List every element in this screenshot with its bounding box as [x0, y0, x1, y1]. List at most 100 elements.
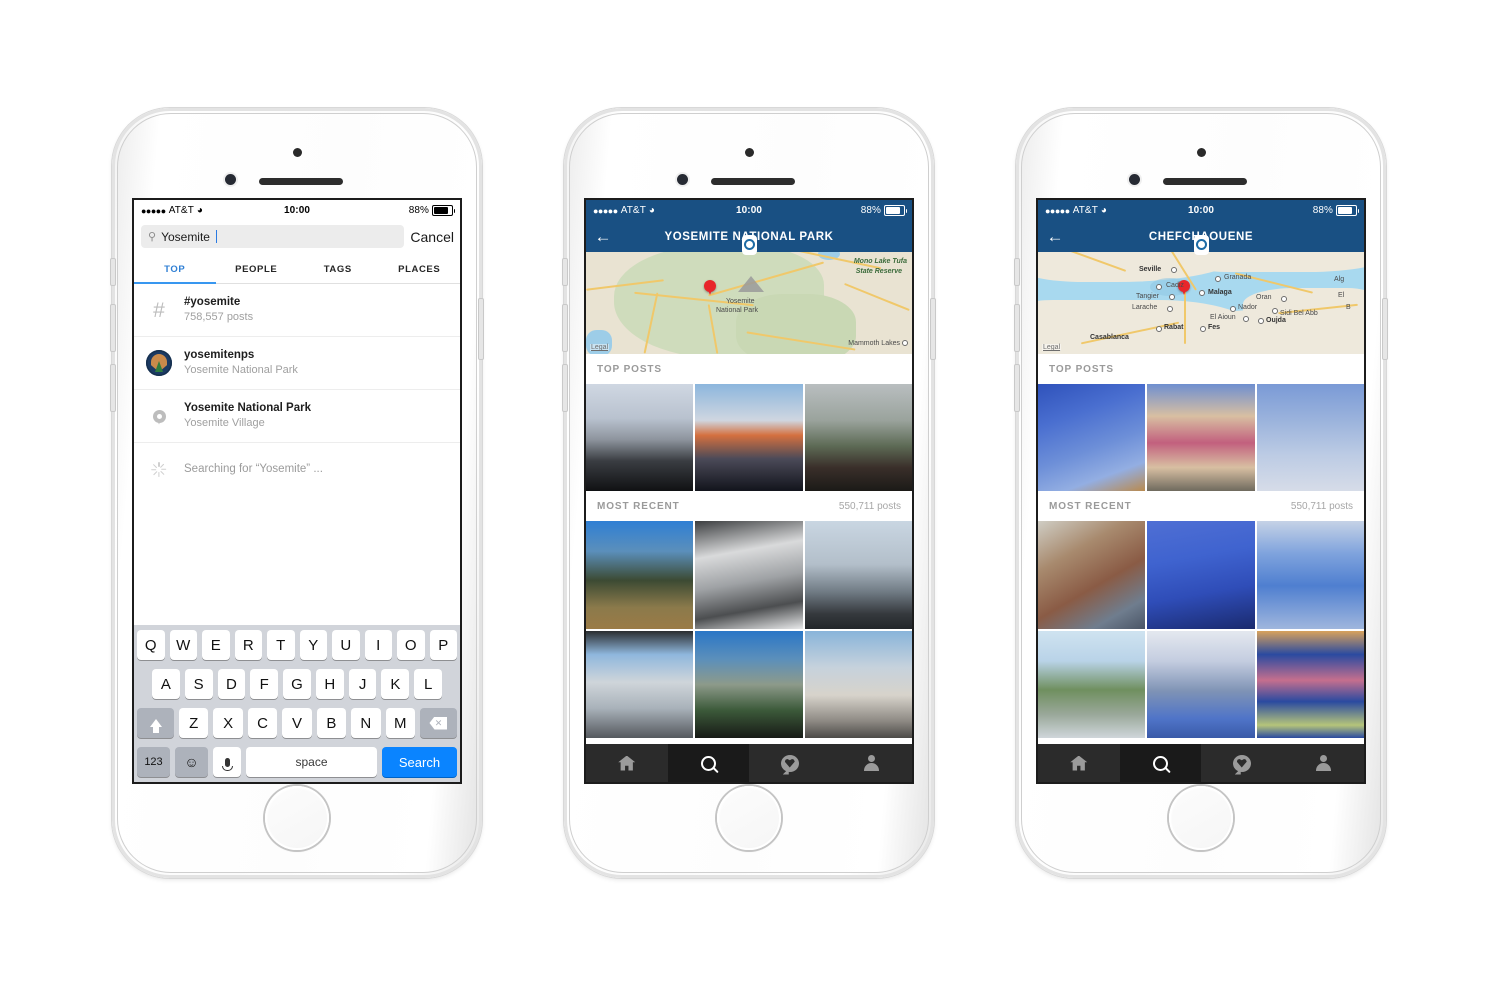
- search-tabs: TOP PEOPLE TAGS PLACES: [134, 254, 460, 284]
- tab-places[interactable]: PLACES: [379, 254, 461, 283]
- tab-camera[interactable]: [741, 234, 757, 255]
- grid-photo[interactable]: [804, 630, 912, 739]
- tab-camera[interactable]: [1193, 234, 1209, 255]
- grid-photo[interactable]: [1256, 521, 1364, 629]
- key-a[interactable]: A: [151, 669, 180, 699]
- tab-activity[interactable]: [1201, 744, 1283, 782]
- volume-down-button[interactable]: [562, 364, 568, 412]
- key-l[interactable]: L: [414, 669, 443, 699]
- tab-profile[interactable]: [831, 744, 913, 782]
- key-o[interactable]: O: [397, 630, 425, 660]
- key-x[interactable]: X: [213, 708, 243, 738]
- key-k[interactable]: K: [381, 669, 410, 699]
- microphone-icon[interactable]: [213, 747, 241, 777]
- most-recent-scroll-area[interactable]: [586, 521, 912, 744]
- battery-percent-label: 88%: [1312, 205, 1334, 216]
- result-row-hashtag[interactable]: # #yosemite 758,557 posts: [134, 284, 460, 337]
- grid-photo[interactable]: [695, 630, 803, 739]
- grid-photo[interactable]: [1256, 630, 1364, 739]
- silent-switch[interactable]: [110, 258, 116, 286]
- key-z[interactable]: Z: [179, 708, 209, 738]
- tab-profile[interactable]: [1283, 744, 1365, 782]
- key-v[interactable]: V: [282, 708, 312, 738]
- power-button[interactable]: [1382, 298, 1388, 360]
- most-recent-scroll-area[interactable]: [1038, 521, 1364, 744]
- silent-switch[interactable]: [1014, 258, 1020, 286]
- key-h[interactable]: H: [315, 669, 344, 699]
- map-legal-link[interactable]: Legal: [1042, 344, 1062, 351]
- location-map[interactable]: Mono Lake Tufa State Reserve Yosemite Na…: [586, 252, 912, 354]
- grid-photo[interactable]: [804, 384, 912, 492]
- back-arrow-icon[interactable]: ←: [1038, 228, 1072, 245]
- volume-up-button[interactable]: [562, 304, 568, 352]
- power-button[interactable]: [930, 298, 936, 360]
- volume-down-button[interactable]: [110, 364, 116, 412]
- grid-photo[interactable]: [1147, 384, 1255, 492]
- key-d[interactable]: D: [217, 669, 246, 699]
- key-r[interactable]: R: [234, 630, 262, 660]
- key-f[interactable]: F: [250, 669, 279, 699]
- grid-photo[interactable]: [1038, 630, 1146, 739]
- grid-photo[interactable]: [1256, 384, 1364, 492]
- space-key[interactable]: space: [246, 747, 377, 777]
- shift-icon[interactable]: [137, 708, 175, 738]
- search-icon: [700, 755, 716, 771]
- grid-photo[interactable]: [1147, 630, 1255, 739]
- result-row-place[interactable]: Yosemite National Park Yosemite Village: [134, 390, 460, 443]
- map-legal-link[interactable]: Legal: [590, 344, 610, 351]
- grid-photo[interactable]: [586, 630, 694, 739]
- home-icon: [618, 755, 636, 771]
- key-g[interactable]: G: [283, 669, 311, 699]
- key-u[interactable]: U: [332, 630, 360, 660]
- key-q[interactable]: Q: [137, 630, 165, 660]
- tab-people[interactable]: PEOPLE: [216, 254, 298, 283]
- map-label: State Reserve: [855, 268, 902, 275]
- search-key[interactable]: Search: [382, 747, 457, 777]
- grid-photo[interactable]: [1038, 384, 1146, 492]
- grid-photo[interactable]: [1038, 521, 1146, 629]
- tab-tags[interactable]: TAGS: [297, 254, 379, 283]
- key-e[interactable]: E: [202, 630, 230, 660]
- silent-switch[interactable]: [562, 258, 568, 286]
- home-button[interactable]: [265, 786, 329, 850]
- emoji-icon[interactable]: ☺: [175, 747, 208, 777]
- key-b[interactable]: B: [316, 708, 347, 738]
- map-label: Casablanca: [1090, 334, 1129, 341]
- grid-photo[interactable]: [1147, 521, 1255, 629]
- result-row-account[interactable]: yosemitenps Yosemite National Park: [134, 337, 460, 390]
- grid-photo[interactable]: [695, 521, 803, 629]
- volume-down-button[interactable]: [1014, 364, 1020, 412]
- key-i[interactable]: I: [364, 630, 392, 660]
- location-map[interactable]: Seville Cadiz Granada Malaga Alg Tangier…: [1038, 252, 1364, 354]
- grid-photo[interactable]: [804, 521, 912, 629]
- key-m[interactable]: M: [385, 708, 415, 738]
- tab-home[interactable]: [1038, 744, 1120, 782]
- volume-up-button[interactable]: [110, 304, 116, 352]
- key-j[interactable]: J: [348, 669, 377, 699]
- numbers-key[interactable]: 123: [137, 747, 170, 777]
- home-button[interactable]: [717, 786, 781, 850]
- top-posts-grid: [586, 384, 912, 492]
- tab-search[interactable]: [667, 744, 749, 782]
- home-button[interactable]: [1169, 786, 1233, 850]
- key-p[interactable]: P: [429, 630, 457, 660]
- key-s[interactable]: S: [184, 669, 213, 699]
- key-y[interactable]: Y: [299, 630, 327, 660]
- key-w[interactable]: W: [169, 630, 197, 660]
- power-button[interactable]: [478, 298, 484, 360]
- back-arrow-icon[interactable]: ←: [586, 228, 620, 245]
- search-input[interactable]: ⚲ Yosemite: [141, 225, 405, 248]
- grid-photo[interactable]: [586, 384, 694, 492]
- key-n[interactable]: N: [351, 708, 381, 738]
- grid-photo[interactable]: [586, 521, 694, 629]
- tab-top[interactable]: TOP: [134, 254, 216, 284]
- tab-search[interactable]: [1119, 744, 1201, 782]
- cancel-button[interactable]: Cancel: [410, 229, 454, 245]
- key-c[interactable]: C: [247, 708, 278, 738]
- delete-icon[interactable]: ✕: [419, 708, 457, 738]
- tab-home[interactable]: [586, 744, 668, 782]
- tab-activity[interactable]: [749, 744, 831, 782]
- key-t[interactable]: T: [267, 630, 295, 660]
- volume-up-button[interactable]: [1014, 304, 1020, 352]
- grid-photo[interactable]: [695, 384, 803, 492]
